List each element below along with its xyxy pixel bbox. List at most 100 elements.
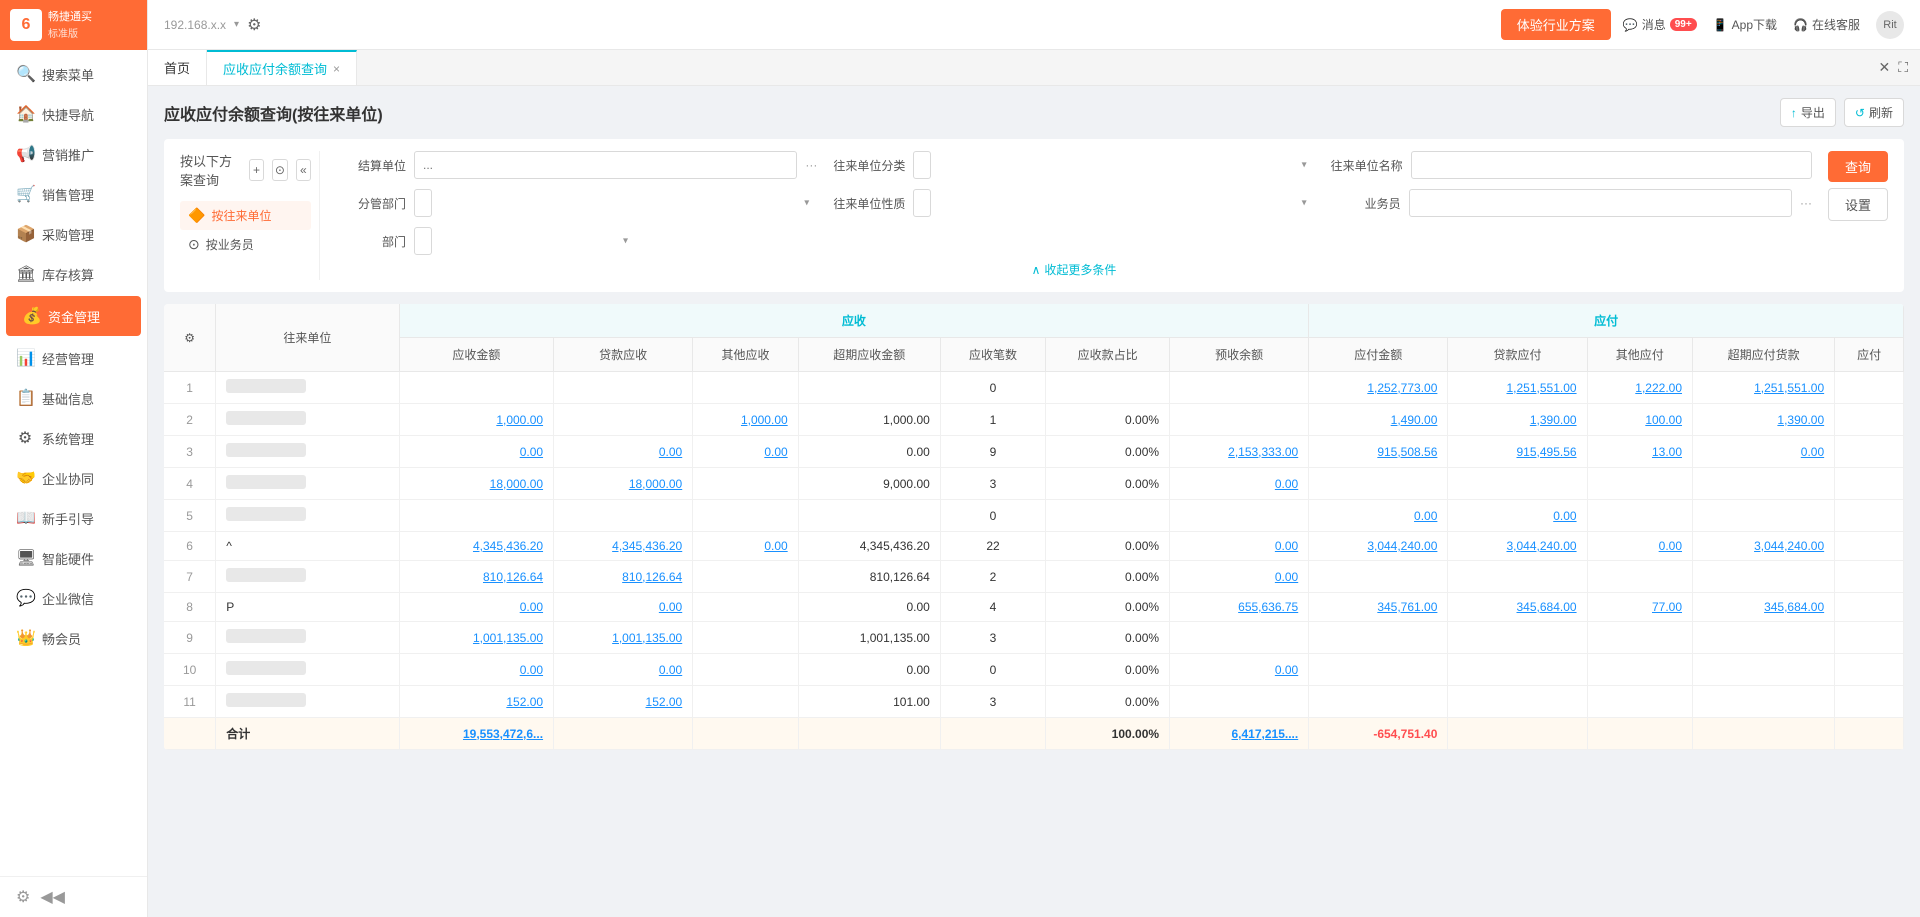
salesman-input[interactable] xyxy=(1409,189,1792,217)
customer-nature-select[interactable] xyxy=(913,189,931,217)
sidebar-item-purchase[interactable]: 📦采购管理 xyxy=(0,214,147,254)
col-settings[interactable]: ⚙ xyxy=(164,304,216,372)
tab-expand-icon[interactable]: ⛶ xyxy=(1898,59,1908,76)
table-row: 500.000.00 xyxy=(164,500,1904,532)
online-service-label: 在线客服 xyxy=(1812,16,1860,33)
filter-settings-btn[interactable]: ⊙ xyxy=(272,159,287,181)
sidebar-item-guide[interactable]: 📖 新手引导 xyxy=(0,498,147,538)
online-service-item[interactable]: 🎧 在线客服 xyxy=(1793,16,1860,33)
customer-category-select-wrap xyxy=(913,151,1314,179)
data-table: ⚙ 往来单位 应收 应付 应收金额 贷款应收 其他应收 超期应收金额 应收笔数 … xyxy=(164,304,1904,750)
salesman-dots[interactable]: ··· xyxy=(1800,196,1812,210)
filter-salesman: 业务员 ··· xyxy=(1331,189,1812,217)
total-r-count xyxy=(940,718,1045,750)
app-download-item[interactable]: 📱 App下载 xyxy=(1713,16,1777,33)
col-p-more: 应付 xyxy=(1835,338,1904,372)
user-avatar[interactable]: Rit xyxy=(1876,11,1904,39)
col-p-loan: 贷款应付 xyxy=(1448,338,1587,372)
filter-rows: 结算单位 ··· 往来单位分类 往来单位名称 xyxy=(336,151,1812,255)
tab-close-button[interactable]: × xyxy=(333,62,340,76)
sidebar-item-quick-nav[interactable]: 🏠 快捷导航 xyxy=(0,94,147,134)
col-r-prepay: 预收余额 xyxy=(1170,338,1309,372)
refresh-button[interactable]: ↺ 刷新 xyxy=(1844,98,1904,127)
col-p-amount: 应付金额 xyxy=(1309,338,1448,372)
sidebar-item-search-menu[interactable]: 🔍搜索菜单 xyxy=(0,54,147,94)
total-p-amount: -654,751.40 xyxy=(1309,718,1448,750)
message-label: 消息 xyxy=(1642,16,1666,33)
export-button[interactable]: ↑ 导出 xyxy=(1780,98,1836,127)
settings-button[interactable]: 设置 xyxy=(1828,188,1888,221)
table-header-group: ⚙ 往来单位 应收 应付 xyxy=(164,304,1904,338)
sidebar: 6 畅捷通买 标准版 🔍搜索菜单🏠快捷导航📢营销推广🛒销售管理📦采购管理🏛库存核… xyxy=(0,0,148,917)
sidebar-icon-finance: 💰 xyxy=(22,306,40,326)
sidebar-icon-basic-info: 📋 xyxy=(16,388,34,408)
settlement-unit-dots[interactable]: ··· xyxy=(805,158,817,172)
filter-customer-category: 往来单位分类 xyxy=(833,151,1314,179)
sidebar-label-guide: 新手引导 xyxy=(42,509,94,528)
solution-button[interactable]: 体验行业方案 xyxy=(1501,9,1611,40)
sidebar-item-marketing[interactable]: 📢营销推广 xyxy=(0,134,147,174)
app-download-label: App下载 xyxy=(1732,16,1777,33)
sidebar-item-finance[interactable]: 💰 资金管理 xyxy=(6,296,141,336)
filter-row-3: 部门 xyxy=(336,227,1812,255)
data-table-wrap: ⚙ 往来单位 应收 应付 应收金额 贷款应收 其他应收 超期应收金额 应收笔数 … xyxy=(164,304,1904,750)
dept-manager-select[interactable] xyxy=(414,189,432,217)
filter-dept: 部门 xyxy=(336,227,636,255)
settlement-unit-input[interactable] xyxy=(414,151,797,179)
message-icon: 💬 xyxy=(1623,18,1638,32)
sidebar-item-vip[interactable]: 👑畅会员 xyxy=(0,618,147,658)
total-r-other xyxy=(693,718,798,750)
scheme-item-salesman[interactable]: ⊙ 按业务员 xyxy=(180,230,311,259)
dept-select[interactable] xyxy=(414,227,432,255)
scheme-icon-customer: 🔶 xyxy=(188,207,205,224)
tab-close-all-icon[interactable]: ✕ xyxy=(1878,59,1890,76)
sidebar-icon-guide: 📖 xyxy=(16,508,34,528)
col-group-payable: 应付 xyxy=(1309,304,1904,338)
sidebar-item-inventory[interactable]: 🏛库存核算 xyxy=(0,254,147,294)
total-empty-num xyxy=(164,718,216,750)
sidebar-icon-search-menu: 🔍 xyxy=(16,64,34,84)
refresh-label: 刷新 xyxy=(1869,104,1893,121)
sidebar-label-quick-nav: 快捷导航 xyxy=(42,105,94,124)
sidebar-label-finance: 资金管理 xyxy=(48,307,100,326)
sidebar-icon-quick-nav: 🏠 xyxy=(16,104,34,124)
collapse-icon[interactable]: ◀◀ xyxy=(40,887,65,907)
filter-add-btn[interactable]: + xyxy=(249,159,264,181)
filter-customer-name: 往来单位名称 xyxy=(1331,151,1812,179)
table-row: 418,000.0018,000.009,000.0030.00%0.00 xyxy=(164,468,1904,500)
collapse-label: 收起更多条件 xyxy=(1044,261,1116,278)
sidebar-icon-inventory: 🏛 xyxy=(16,264,34,284)
sidebar-icon-purchase: 📦 xyxy=(16,224,34,244)
tab-actions: ✕ ⛶ xyxy=(1866,50,1920,85)
total-r-overdue xyxy=(798,718,940,750)
service-icon: 🎧 xyxy=(1793,18,1808,32)
query-button[interactable]: 查询 xyxy=(1828,151,1888,182)
total-p-overdue xyxy=(1693,718,1835,750)
sidebar-item-sales[interactable]: 🛒销售管理 xyxy=(0,174,147,214)
filter-customer-name-label: 往来单位名称 xyxy=(1331,157,1403,174)
total-r-ratio: 100.00% xyxy=(1046,718,1170,750)
settings-icon[interactable]: ⚙ xyxy=(16,887,30,907)
sidebar-item-operations[interactable]: 📊经营管理 xyxy=(0,338,147,378)
tab-home[interactable]: 首页 xyxy=(148,50,207,85)
filter-collapse-btn[interactable]: ∧ 收起更多条件 xyxy=(336,255,1812,280)
sidebar-item-basic-info[interactable]: 📋基础信息 xyxy=(0,378,147,418)
customer-name-input[interactable] xyxy=(1411,151,1812,179)
filter-collapse-btn[interactable]: « xyxy=(296,159,311,181)
sidebar-label-system: 系统管理 xyxy=(42,429,94,448)
header-address: 192.168.x.x xyxy=(164,18,226,32)
tab-active[interactable]: 应收应付余额查询 × xyxy=(207,50,357,85)
scheme-item-customer[interactable]: 🔶 按往来单位 xyxy=(180,201,311,230)
customer-category-select[interactable] xyxy=(913,151,931,179)
sidebar-menu: 🔍搜索菜单 🏠 快捷导航 📢营销推广🛒销售管理📦采购管理🏛库存核算 💰 资金管理 📊经营管理… xyxy=(0,50,147,876)
sidebar-icon-operations: 📊 xyxy=(16,348,34,368)
sidebar-item-smart-hw[interactable]: 🖥智能硬件 xyxy=(0,538,147,578)
sidebar-item-wechat[interactable]: 💬企业微信 xyxy=(0,578,147,618)
table-row: 91,001,135.001,001,135.001,001,135.0030.… xyxy=(164,622,1904,654)
header-gear-icon[interactable]: ⚙ xyxy=(247,15,261,35)
header-breadcrumb: 192.168.x.x ▾ ⚙ xyxy=(164,15,1489,35)
sidebar-item-system[interactable]: ⚙系统管理 xyxy=(0,418,147,458)
table-total-row: 合计 19,553,472,6... 100.00% 6,417,215....… xyxy=(164,718,1904,750)
message-item[interactable]: 💬 消息 99+ xyxy=(1623,16,1697,33)
sidebar-item-cooperation[interactable]: 🤝企业协同 xyxy=(0,458,147,498)
